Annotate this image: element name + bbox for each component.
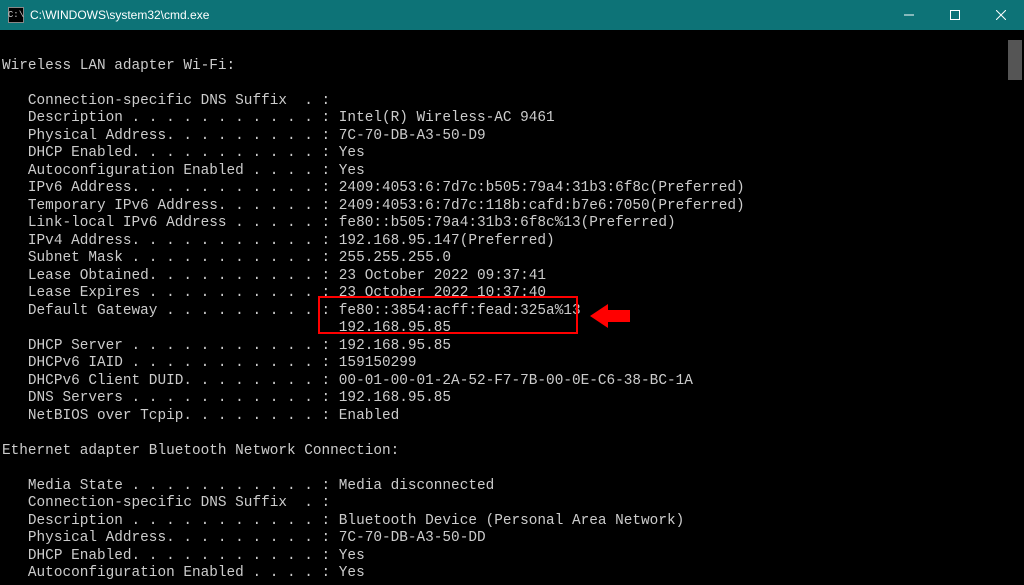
titlebar: C:\ C:\WINDOWS\system32\cmd.exe: [0, 0, 1024, 30]
lease-expires-line: Lease Expires . . . . . . . . . . : 23 O…: [2, 285, 546, 301]
ipv4-addr-line: IPv4 Address. . . . . . . . . . . : 192.…: [2, 233, 555, 249]
maximize-button[interactable]: [932, 0, 978, 30]
window-controls: [886, 0, 1024, 30]
dns-servers-line: DNS Servers . . . . . . . . . . . : 192.…: [2, 390, 451, 406]
minimize-button[interactable]: [886, 0, 932, 30]
phys-addr2-line: Physical Address. . . . . . . . . : 7C-7…: [2, 530, 486, 546]
default-gateway-line: Default Gateway . . . . . . . . . : fe80…: [2, 303, 581, 319]
dhcp-enabled-line: DHCP Enabled. . . . . . . . . . . : Yes: [2, 145, 365, 161]
description2-line: Description . . . . . . . . . . . : Blue…: [2, 513, 684, 529]
ipv6-addr-line: IPv6 Address. . . . . . . . . . . : 2409…: [2, 180, 745, 196]
link-local-line: Link-local IPv6 Address . . . . . : fe80…: [2, 215, 676, 231]
dhcp-enabled2-line: DHCP Enabled. . . . . . . . . . . : Yes: [2, 548, 365, 564]
cmd-icon: C:\: [8, 7, 24, 23]
autoconfig2-line: Autoconfiguration Enabled . . . . : Yes: [2, 565, 365, 581]
default-gateway-line2: 192.168.95.85: [2, 320, 451, 336]
dhcpv6-iaid-line: DHCPv6 IAID . . . . . . . . . . . : 1591…: [2, 355, 417, 371]
dhcp-server-line: DHCP Server . . . . . . . . . . . : 192.…: [2, 338, 451, 354]
arrow-body-icon: [608, 310, 630, 322]
adapter-header: Wireless LAN adapter Wi-Fi:: [2, 58, 235, 74]
conn-suffix-line: Connection-specific DNS Suffix . :: [2, 93, 330, 109]
scrollbar-thumb[interactable]: [1008, 40, 1022, 80]
terminal-output[interactable]: Wireless LAN adapter Wi-Fi: Connection-s…: [0, 30, 1024, 585]
arrow-head-icon: [590, 304, 608, 328]
netbios-line: NetBIOS over Tcpip. . . . . . . . : Enab…: [2, 408, 399, 424]
media-state-line: Media State . . . . . . . . . . . : Medi…: [2, 478, 494, 494]
autoconfig-line: Autoconfiguration Enabled . . . . : Yes: [2, 163, 365, 179]
close-button[interactable]: [978, 0, 1024, 30]
arrow-annotation: [590, 304, 630, 328]
phys-addr-line: Physical Address. . . . . . . . . : 7C-7…: [2, 128, 486, 144]
temp-ipv6-line: Temporary IPv6 Address. . . . . . : 2409…: [2, 198, 745, 214]
dhcpv6-duid-line: DHCPv6 Client DUID. . . . . . . . : 00-0…: [2, 373, 693, 389]
conn-suffix2-line: Connection-specific DNS Suffix . :: [2, 495, 330, 511]
description-line: Description . . . . . . . . . . . : Inte…: [2, 110, 555, 126]
adapter-header-2: Ethernet adapter Bluetooth Network Conne…: [2, 443, 399, 459]
lease-obtained-line: Lease Obtained. . . . . . . . . . : 23 O…: [2, 268, 546, 284]
window-title: C:\WINDOWS\system32\cmd.exe: [30, 8, 886, 22]
subnet-line: Subnet Mask . . . . . . . . . . . : 255.…: [2, 250, 451, 266]
